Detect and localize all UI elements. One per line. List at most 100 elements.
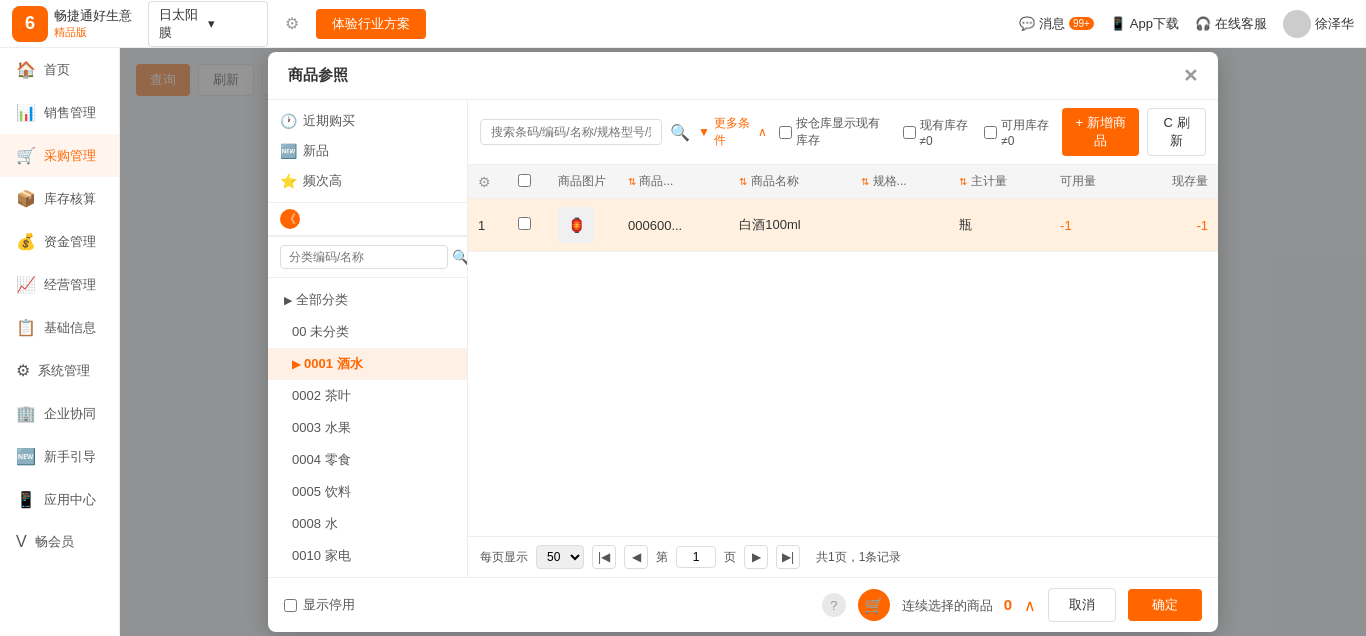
table-header-row: ⚙ 商品图片 [468,165,1218,199]
first-page-btn[interactable]: |◀ [592,545,616,569]
sidebar-item-purchase[interactable]: 🛒 采购管理 [0,134,119,177]
app-download-item[interactable]: 📱 App下载 [1110,15,1179,33]
message-icon: 💬 [1019,16,1035,31]
category-search-icon[interactable]: 🔍 [452,249,468,265]
product-search-input[interactable] [480,119,662,145]
th-settings[interactable]: ⚙ [468,165,508,199]
sidebar-item-guide[interactable]: 🆕 新手引导 [0,435,119,478]
cat-item-0001[interactable]: ▶ 0001 酒水 [268,348,467,380]
td-spec [851,199,949,252]
new-icon: 🆕 [280,143,297,159]
confirm-button[interactable]: 确定 [1128,589,1202,621]
service-item[interactable]: 🎧 在线客服 [1195,15,1267,33]
logo-icon: 6 [12,6,48,42]
settings-icon: ⚙ [478,174,491,190]
sidebar-item-sales[interactable]: 📊 销售管理 [0,91,119,134]
sidebar-item-inventory[interactable]: 📦 库存核算 [0,177,119,220]
help-button[interactable]: ? [822,593,846,617]
filter-options: 按仓库显示现有库存 现有库存≠0 可用库存≠0 [779,115,1054,149]
sidebar: 🏠 首页 📊 销售管理 🛒 采购管理 📦 库存核算 💰 资金管理 📈 经营管理 … [0,48,120,636]
th-available[interactable]: 可用量 [1050,165,1134,199]
sidebar-item-finance[interactable]: 💰 资金管理 [0,220,119,263]
message-badge: 99+ [1069,17,1094,30]
category-search-input[interactable] [280,245,448,269]
shortcut-recent[interactable]: 🕐 近期购买 [268,106,467,136]
cat-item-all[interactable]: ▶ 全部分类 [268,284,467,316]
inventory-icon: 📦 [16,189,36,208]
modal-overlay: 商品参照 ✕ 🕐 近期购买 🆕 [120,48,1366,636]
shortcut-frequent[interactable]: ⭐ 频次高 [268,166,467,196]
display-disabled-area: 显示停用 [284,596,355,614]
nav-right: 💬 消息 99+ 📱 App下载 🎧 在线客服 徐泽华 [1019,10,1354,38]
page-size-select[interactable]: 50 [536,545,584,569]
shortcut-new[interactable]: 🆕 新品 [268,136,467,166]
cat-item-0002[interactable]: 0002 茶叶 [268,380,467,412]
th-stock[interactable]: 现存量 [1134,165,1218,199]
sidebar-item-enterprise[interactable]: 🏢 企业协同 [0,392,119,435]
cat-item-0003[interactable]: 0003 水果 [268,412,467,444]
cat-item-00[interactable]: 00 未分类 [268,316,467,348]
system-icon: ⚙ [16,361,30,380]
cancel-button[interactable]: 取消 [1048,588,1116,622]
sidebar-item-business[interactable]: 📈 经营管理 [0,263,119,306]
th-name[interactable]: ⇅ 商品名称 [729,165,851,199]
cat-item-0008[interactable]: 0008 水 [268,508,467,540]
modal-body: 🕐 近期购买 🆕 新品 ⭐ 频次高 [268,100,1218,577]
available-stock-input[interactable] [984,126,997,139]
display-disabled-checkbox[interactable] [284,599,297,612]
store-selector[interactable]: 日太阳膜 ▾ [148,1,268,47]
sidebar-item-system[interactable]: ⚙ 系统管理 [0,349,119,392]
display-disabled-label: 显示停用 [303,596,355,614]
th-code[interactable]: ⇅ 商品... [618,165,729,199]
cat-item-0005[interactable]: 0005 饮料 [268,476,467,508]
modal-close-button[interactable]: ✕ [1183,67,1198,85]
sidebar-item-home[interactable]: 🏠 首页 [0,48,119,91]
sidebar-item-basic[interactable]: 📋 基础信息 [0,306,119,349]
current-stock-checkbox[interactable]: 现有库存≠0 [903,117,973,148]
select-all-checkbox[interactable] [518,174,531,187]
sidebar-item-apps[interactable]: 📱 应用中心 [0,478,119,521]
collapse-panel-btn[interactable]: 《 [280,209,300,229]
product-search-icon[interactable]: 🔍 [670,123,690,142]
available-stock-checkbox[interactable]: 可用库存≠0 [984,117,1054,148]
message-item[interactable]: 💬 消息 99+ [1019,15,1094,33]
cart-icon[interactable]: 🛒 [858,589,890,621]
current-stock-input[interactable] [903,126,916,139]
sidebar-item-member[interactable]: V 畅会员 [0,521,119,563]
page-number-input[interactable] [676,546,716,568]
basic-icon: 📋 [16,318,36,337]
th-checkbox[interactable] [508,165,548,199]
prev-page-btn[interactable]: ◀ [624,545,648,569]
modal-title: 商品参照 [288,66,348,85]
more-filter-button[interactable]: ▼ 更多条件 ∧ [698,115,767,149]
warehouse-stock-input[interactable] [779,126,792,139]
sort-icon: ⇅ [628,176,636,187]
th-spec[interactable]: ⇅ 规格... [851,165,949,199]
th-unit[interactable]: ⇅ 主计量 [949,165,1050,199]
td-checkbox[interactable] [508,199,548,252]
purchase-icon: 🛒 [16,146,36,165]
trial-button[interactable]: 体验行业方案 [316,9,426,39]
user-item[interactable]: 徐泽华 [1283,10,1354,38]
cat-item-0004[interactable]: 0004 零食 [268,444,467,476]
table-row[interactable]: 1 🏮 [468,199,1218,252]
row-checkbox[interactable] [518,217,531,230]
warehouse-stock-checkbox[interactable]: 按仓库显示现有库存 [779,115,890,149]
gear-button[interactable]: ⚙ [276,8,308,40]
sort-spec-icon: ⇅ [861,176,869,187]
category-panel: 🕐 近期购买 🆕 新品 ⭐ 频次高 [268,100,468,577]
page-label2: 页 [724,549,736,566]
add-product-button[interactable]: + 新增商品 [1062,108,1139,156]
footer-right: ? 🛒 连续选择的商品 0 ∧ 取消 确定 [822,588,1202,622]
refresh-button[interactable]: C 刷新 [1147,108,1206,156]
continuous-select-label: 连续选择的商品 0 [902,596,1012,615]
category-search-area: 🔍 [268,237,467,278]
logo-text: 畅捷通好生意 精品版 [54,8,132,39]
last-page-btn[interactable]: ▶| [776,545,800,569]
next-page-btn[interactable]: ▶ [744,545,768,569]
modal-header: 商品参照 ✕ [268,52,1218,100]
action-buttons: + 新增商品 C 刷新 [1062,108,1206,156]
avatar [1283,10,1311,38]
cat-item-0010[interactable]: 0010 家电 [268,540,467,572]
collapse-footer-btn[interactable]: ∧ [1024,596,1036,615]
